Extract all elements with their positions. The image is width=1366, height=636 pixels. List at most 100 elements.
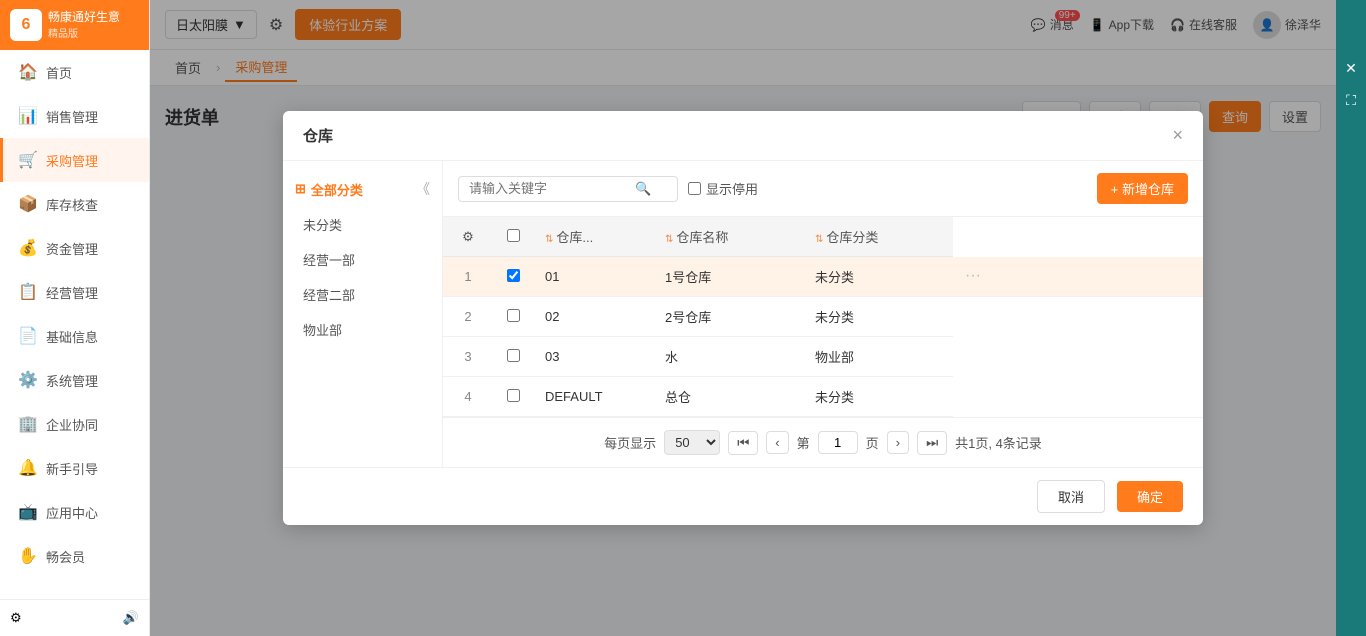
sidebar-item-apps[interactable]: 📺 应用中心: [0, 490, 149, 534]
modal-header: 仓库 ×: [283, 111, 1203, 161]
th-settings: ⚙: [443, 217, 493, 257]
speaker-icon[interactable]: 🔊: [123, 610, 139, 626]
collapse-button[interactable]: 《: [416, 179, 430, 199]
page-size-select[interactable]: 50 20 100: [664, 430, 720, 455]
search-input-wrap[interactable]: 🔍: [458, 176, 678, 202]
table-row[interactable]: 2 02 2号仓库 未分类: [443, 297, 1203, 337]
finance-icon: 💰: [18, 238, 38, 258]
sidebar-item-basic[interactable]: 📄 基础信息: [0, 314, 149, 358]
confirm-button[interactable]: 确定: [1117, 481, 1183, 512]
row-num: 2: [443, 297, 493, 337]
th-checkbox: [493, 217, 533, 257]
row-code: 02: [533, 297, 653, 337]
right-bar-close-icon[interactable]: ✕: [1345, 60, 1357, 77]
apps-icon: 📺: [18, 502, 38, 522]
row-checkbox[interactable]: [507, 269, 520, 282]
purchase-icon: 🛒: [18, 150, 38, 170]
sidebar-item-purchase[interactable]: 🛒 采购管理: [0, 138, 149, 182]
sidebar-item-label: 应用中心: [46, 503, 98, 522]
search-icon: 🔍: [635, 181, 651, 197]
sales-icon: 📊: [18, 106, 38, 126]
sidebar-item-system[interactable]: ⚙️ 系统管理: [0, 358, 149, 402]
row-actions[interactable]: ···: [953, 257, 1203, 297]
modal-pagination: 每页显示 50 20 100 ⏮ ‹ 第 页 › ⏭ 共1页, 4条记: [443, 417, 1203, 467]
table-body: 1 01 1号仓库 未分类 ··· 2 02 2号仓库 未分类 3 03 水 物…: [443, 257, 1203, 417]
page-number-input[interactable]: [818, 431, 858, 454]
page-last-button[interactable]: ⏭: [917, 431, 947, 455]
modal-overlay: 仓库 × ⊞ 全部分类 《 未分类: [150, 0, 1336, 636]
modal-main: 🔍 显示停用 + 新增仓库 ⚙: [443, 161, 1203, 467]
inventory-icon: 📦: [18, 194, 38, 214]
page-next-button[interactable]: ›: [887, 431, 909, 454]
sidebar-item-label: 企业协同: [46, 415, 98, 434]
row-name: 总仓: [653, 377, 803, 417]
sidebar-item-member[interactable]: ✋ 畅会员: [0, 534, 149, 578]
logo-icon: 6: [10, 9, 42, 41]
settings-icon[interactable]: ⚙: [10, 610, 22, 626]
sidebar-item-label: 销售管理: [46, 107, 98, 126]
th-code: ⇅仓库...: [533, 217, 653, 257]
row-checkbox[interactable]: [507, 389, 520, 402]
grid-icon: ⊞: [295, 181, 306, 197]
sidebar: 6 畅康通好生意 精品版 🏠 首页 📊 销售管理 🛒 采购管理 📦 库存核查 💰…: [0, 0, 150, 636]
category-item-3[interactable]: 物业部: [283, 312, 442, 347]
sidebar-item-label: 库存核查: [46, 195, 98, 214]
warehouse-table: ⚙ ⇅仓库... ⇅仓库名称 ⇅仓库分类 1 01 1号仓库 未分类: [443, 217, 1203, 417]
search-input[interactable]: [469, 181, 629, 196]
main-area: 日太阳膜 ▼ ⚙ 体验行业方案 💬 消息 99+ 📱 App下载 🎧 在线客服 …: [150, 0, 1336, 636]
sidebar-nav: 🏠 首页 📊 销售管理 🛒 采购管理 📦 库存核查 💰 资金管理 📋 经营管理 …: [0, 50, 149, 599]
row-category: 物业部: [803, 337, 953, 377]
logo-text: 畅康通好生意: [48, 10, 120, 26]
modal-title: 仓库: [303, 125, 333, 146]
sidebar-item-guide[interactable]: 🔔 新手引导: [0, 446, 149, 490]
modal-table-wrap: ⚙ ⇅仓库... ⇅仓库名称 ⇅仓库分类 1 01 1号仓库 未分类: [443, 217, 1203, 417]
row-num: 1: [443, 257, 493, 297]
sidebar-item-finance[interactable]: 💰 资金管理: [0, 226, 149, 270]
table-row[interactable]: 4 DEFAULT 总仓 未分类: [443, 377, 1203, 417]
row-category: 未分类: [803, 257, 953, 297]
sort-icon-code: ⇅: [545, 234, 553, 245]
row-name: 水: [653, 337, 803, 377]
sidebar-item-label: 采购管理: [46, 151, 98, 170]
cancel-button[interactable]: 取消: [1037, 480, 1105, 513]
category-item-2[interactable]: 经营二部: [283, 277, 442, 312]
table-row[interactable]: 1 01 1号仓库 未分类 ···: [443, 257, 1203, 297]
modal-body: ⊞ 全部分类 《 未分类 经营一部 经营二部 物业: [283, 161, 1203, 467]
category-label: ⊞ 全部分类: [295, 180, 363, 199]
category-item-0[interactable]: 未分类: [283, 207, 442, 242]
basic-icon: 📄: [18, 326, 38, 346]
page-first-button[interactable]: ⏮: [728, 431, 758, 455]
category-item-1[interactable]: 经营一部: [283, 242, 442, 277]
system-icon: ⚙️: [18, 370, 38, 390]
sidebar-item-label: 畅会员: [46, 547, 85, 566]
show-disabled-checkbox[interactable]: [688, 182, 701, 195]
th-category: ⇅仓库分类: [803, 217, 953, 257]
table-header-row: ⚙ ⇅仓库... ⇅仓库名称 ⇅仓库分类: [443, 217, 1203, 257]
show-disabled-label[interactable]: 显示停用: [688, 179, 758, 198]
modal-close-button[interactable]: ×: [1172, 125, 1183, 146]
sidebar-item-sales[interactable]: 📊 销售管理: [0, 94, 149, 138]
right-bar-expand-icon[interactable]: ⛶: [1346, 92, 1356, 109]
page-total-info: 共1页, 4条记录: [955, 433, 1042, 452]
warehouse-modal: 仓库 × ⊞ 全部分类 《 未分类: [283, 111, 1203, 525]
row-name: 1号仓库: [653, 257, 803, 297]
sidebar-item-operation[interactable]: 📋 经营管理: [0, 270, 149, 314]
sidebar-item-home[interactable]: 🏠 首页: [0, 50, 149, 94]
table-row[interactable]: 3 03 水 物业部: [443, 337, 1203, 377]
sidebar-item-inventory[interactable]: 📦 库存核查: [0, 182, 149, 226]
logo-sub: 精品版: [48, 25, 120, 40]
modal-sidebar: ⊞ 全部分类 《 未分类 经营一部 经营二部 物业: [283, 161, 443, 467]
row-checkbox[interactable]: [507, 349, 520, 362]
sidebar-item-enterprise[interactable]: 🏢 企业协同: [0, 402, 149, 446]
row-code: 01: [533, 257, 653, 297]
modal-toolbar: 🔍 显示停用 + 新增仓库: [443, 161, 1203, 217]
page-prev-button[interactable]: ‹: [766, 431, 788, 454]
sidebar-item-label: 基础信息: [46, 327, 98, 346]
add-warehouse-button[interactable]: + 新增仓库: [1097, 173, 1188, 204]
modal-sidebar-header: ⊞ 全部分类 《: [283, 171, 442, 207]
select-all-checkbox[interactable]: [507, 229, 520, 242]
sort-icon-name: ⇅: [665, 234, 673, 245]
sidebar-item-label: 首页: [46, 63, 72, 82]
enterprise-icon: 🏢: [18, 414, 38, 434]
row-checkbox[interactable]: [507, 309, 520, 322]
